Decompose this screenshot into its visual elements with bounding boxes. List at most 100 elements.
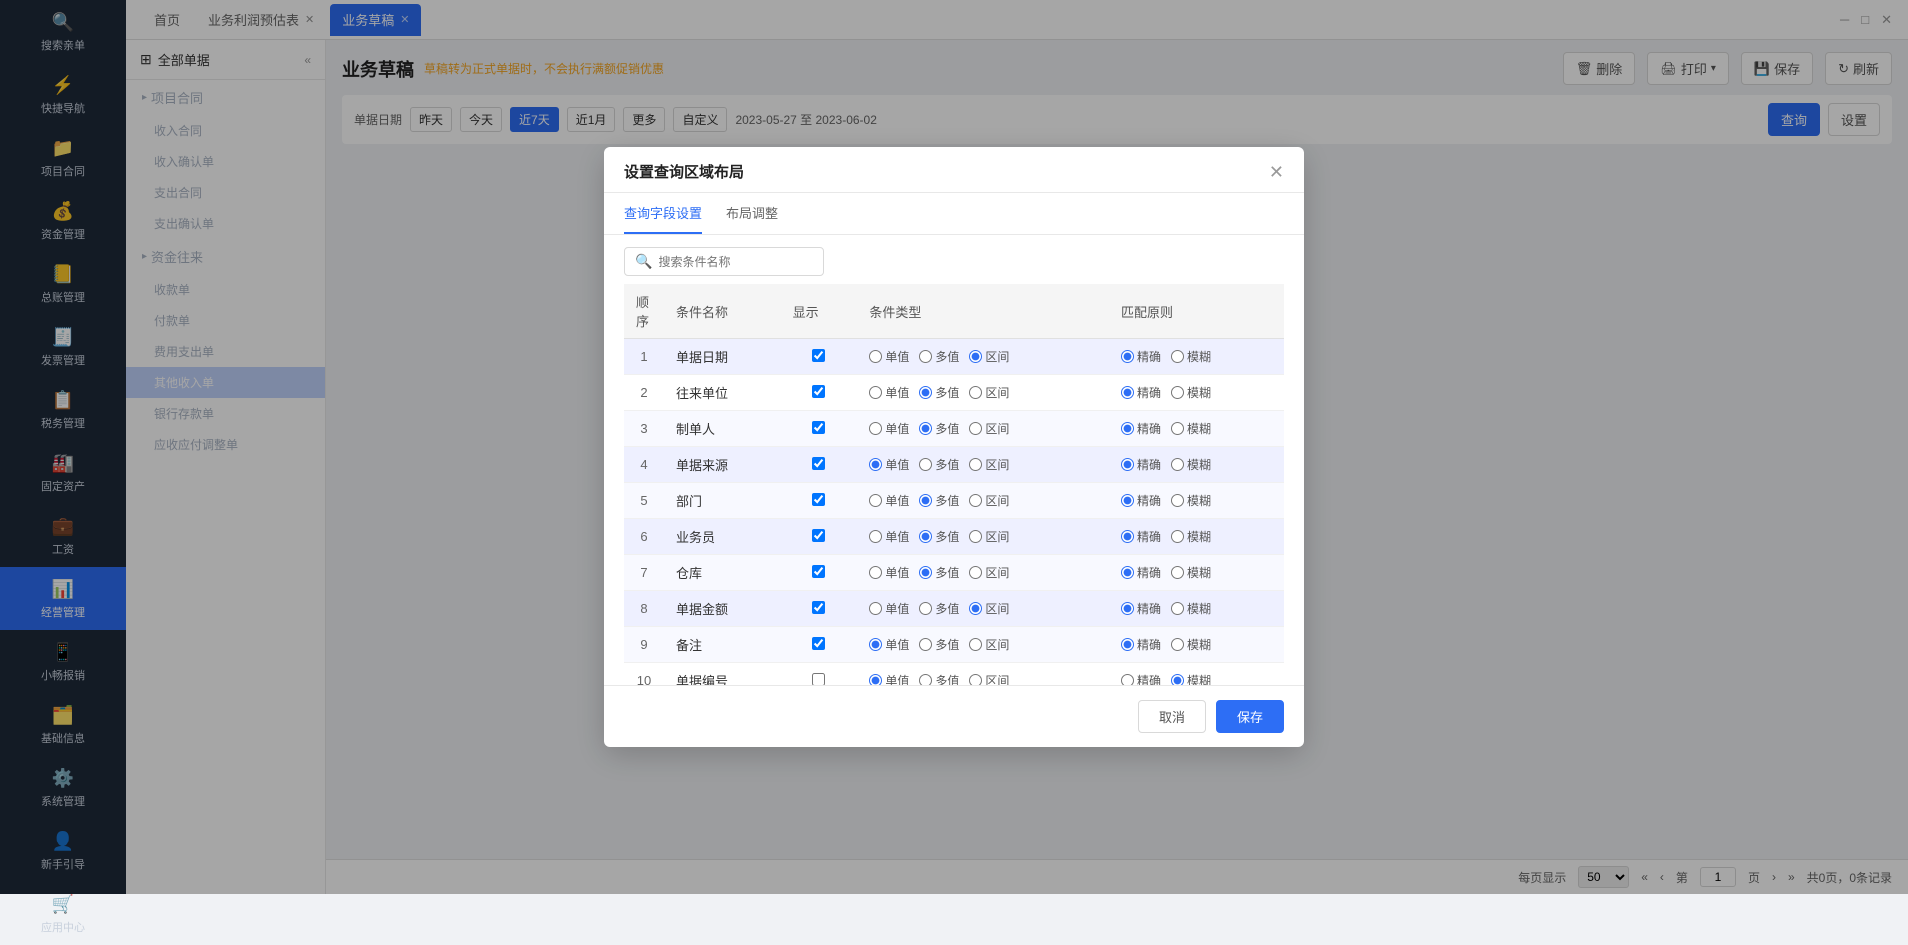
type-option-多值-8[interactable]: 多值	[919, 600, 959, 617]
match-option-精确-8[interactable]: 精确	[1121, 600, 1161, 617]
match-option-精确-1[interactable]: 精确	[1121, 348, 1161, 365]
condition-name-2: 往来单位	[664, 375, 781, 411]
type-option-区间-5[interactable]: 区间	[969, 492, 1009, 509]
match-option-精确-3[interactable]: 精确	[1121, 420, 1161, 437]
search-box: 🔍	[624, 247, 824, 276]
condition-name-5: 部门	[664, 483, 781, 519]
type-option-单值-1[interactable]: 单值	[869, 348, 909, 365]
match-option-精确-5[interactable]: 精确	[1121, 492, 1161, 509]
type-option-多值-10[interactable]: 多值	[919, 672, 959, 685]
type-option-单值-7[interactable]: 单值	[869, 564, 909, 581]
condition-name-6: 业务员	[664, 519, 781, 555]
type-option-多值-9[interactable]: 多值	[919, 636, 959, 653]
cancel-button[interactable]: 取消	[1138, 700, 1206, 733]
type-option-单值-5[interactable]: 单值	[869, 492, 909, 509]
display-checkbox-8[interactable]	[812, 601, 825, 614]
display-checkbox-10[interactable]	[812, 673, 825, 686]
table-row: 2	[624, 375, 664, 411]
match-option-模糊-1[interactable]: 模糊	[1171, 348, 1211, 365]
match-option-模糊-10[interactable]: 模糊	[1171, 672, 1211, 685]
condition-type-8: 单值多值区间	[857, 591, 1109, 627]
type-option-单值-4[interactable]: 单值	[869, 456, 909, 473]
match-option-模糊-6[interactable]: 模糊	[1171, 528, 1211, 545]
match-principle-7: 精确模糊	[1109, 555, 1284, 591]
condition-name-8: 单据金额	[664, 591, 781, 627]
display-checkbox-5[interactable]	[812, 493, 825, 506]
display-checkbox-3[interactable]	[812, 421, 825, 434]
col-match: 匹配原则	[1109, 284, 1284, 339]
match-option-模糊-8[interactable]: 模糊	[1171, 600, 1211, 617]
type-option-区间-7[interactable]: 区间	[969, 564, 1009, 581]
display-check-7[interactable]	[781, 555, 858, 591]
modal-tab-query[interactable]: 查询字段设置	[624, 193, 702, 234]
modal-overlay: 设置查询区域布局 ✕ 查询字段设置 布局调整 🔍 顺序	[0, 0, 1908, 894]
type-option-多值-2[interactable]: 多值	[919, 384, 959, 401]
type-option-区间-2[interactable]: 区间	[969, 384, 1009, 401]
type-option-单值-2[interactable]: 单值	[869, 384, 909, 401]
condition-name-3: 制单人	[664, 411, 781, 447]
table-row: 10	[624, 663, 664, 686]
type-option-单值-6[interactable]: 单值	[869, 528, 909, 545]
display-check-5[interactable]	[781, 483, 858, 519]
type-option-多值-3[interactable]: 多值	[919, 420, 959, 437]
type-option-区间-1[interactable]: 区间	[969, 348, 1009, 365]
modal-close-button[interactable]: ✕	[1269, 163, 1284, 181]
display-check-3[interactable]	[781, 411, 858, 447]
type-option-多值-6[interactable]: 多值	[919, 528, 959, 545]
type-option-多值-4[interactable]: 多值	[919, 456, 959, 473]
type-option-区间-8[interactable]: 区间	[969, 600, 1009, 617]
type-option-多值-5[interactable]: 多值	[919, 492, 959, 509]
type-option-单值-10[interactable]: 单值	[869, 672, 909, 685]
type-option-区间-9[interactable]: 区间	[969, 636, 1009, 653]
match-option-精确-6[interactable]: 精确	[1121, 528, 1161, 545]
type-option-区间-6[interactable]: 区间	[969, 528, 1009, 545]
modal-tab-query-label: 查询字段设置	[624, 206, 702, 221]
match-option-精确-10[interactable]: 精确	[1121, 672, 1161, 685]
modal-tab-layout[interactable]: 布局调整	[726, 193, 778, 234]
match-option-精确-2[interactable]: 精确	[1121, 384, 1161, 401]
display-check-2[interactable]	[781, 375, 858, 411]
col-type: 条件类型	[857, 284, 1109, 339]
display-checkbox-4[interactable]	[812, 457, 825, 470]
match-option-精确-7[interactable]: 精确	[1121, 564, 1161, 581]
type-option-区间-10[interactable]: 区间	[969, 672, 1009, 685]
display-check-10[interactable]	[781, 663, 858, 686]
table-row: 5	[624, 483, 664, 519]
display-check-1[interactable]	[781, 339, 858, 375]
type-option-区间-3[interactable]: 区间	[969, 420, 1009, 437]
match-option-精确-4[interactable]: 精确	[1121, 456, 1161, 473]
search-input[interactable]	[658, 255, 813, 269]
col-name: 条件名称	[664, 284, 781, 339]
type-option-多值-7[interactable]: 多值	[919, 564, 959, 581]
modal-header: 设置查询区域布局 ✕	[604, 147, 1304, 193]
condition-name-9: 备注	[664, 627, 781, 663]
match-option-模糊-4[interactable]: 模糊	[1171, 456, 1211, 473]
display-checkbox-2[interactable]	[812, 385, 825, 398]
match-option-模糊-9[interactable]: 模糊	[1171, 636, 1211, 653]
table-row: 8	[624, 591, 664, 627]
display-checkbox-7[interactable]	[812, 565, 825, 578]
match-option-模糊-2[interactable]: 模糊	[1171, 384, 1211, 401]
match-option-模糊-3[interactable]: 模糊	[1171, 420, 1211, 437]
type-option-单值-3[interactable]: 单值	[869, 420, 909, 437]
type-option-单值-8[interactable]: 单值	[869, 600, 909, 617]
match-option-精确-9[interactable]: 精确	[1121, 636, 1161, 653]
condition-name-1: 单据日期	[664, 339, 781, 375]
match-principle-10: 精确模糊	[1109, 663, 1284, 686]
type-option-区间-4[interactable]: 区间	[969, 456, 1009, 473]
match-principle-6: 精确模糊	[1109, 519, 1284, 555]
display-checkbox-1[interactable]	[812, 349, 825, 362]
match-option-模糊-5[interactable]: 模糊	[1171, 492, 1211, 509]
display-check-4[interactable]	[781, 447, 858, 483]
display-checkbox-9[interactable]	[812, 637, 825, 650]
modal-table-wrap: 顺序 条件名称 显示 条件类型 匹配原则 1单据日期单值多值区间精确模糊2往来单…	[604, 284, 1304, 685]
display-check-8[interactable]	[781, 591, 858, 627]
display-check-9[interactable]	[781, 627, 858, 663]
display-checkbox-6[interactable]	[812, 529, 825, 542]
match-principle-2: 精确模糊	[1109, 375, 1284, 411]
match-option-模糊-7[interactable]: 模糊	[1171, 564, 1211, 581]
modal-save-button[interactable]: 保存	[1216, 700, 1284, 733]
type-option-单值-9[interactable]: 单值	[869, 636, 909, 653]
type-option-多值-1[interactable]: 多值	[919, 348, 959, 365]
display-check-6[interactable]	[781, 519, 858, 555]
